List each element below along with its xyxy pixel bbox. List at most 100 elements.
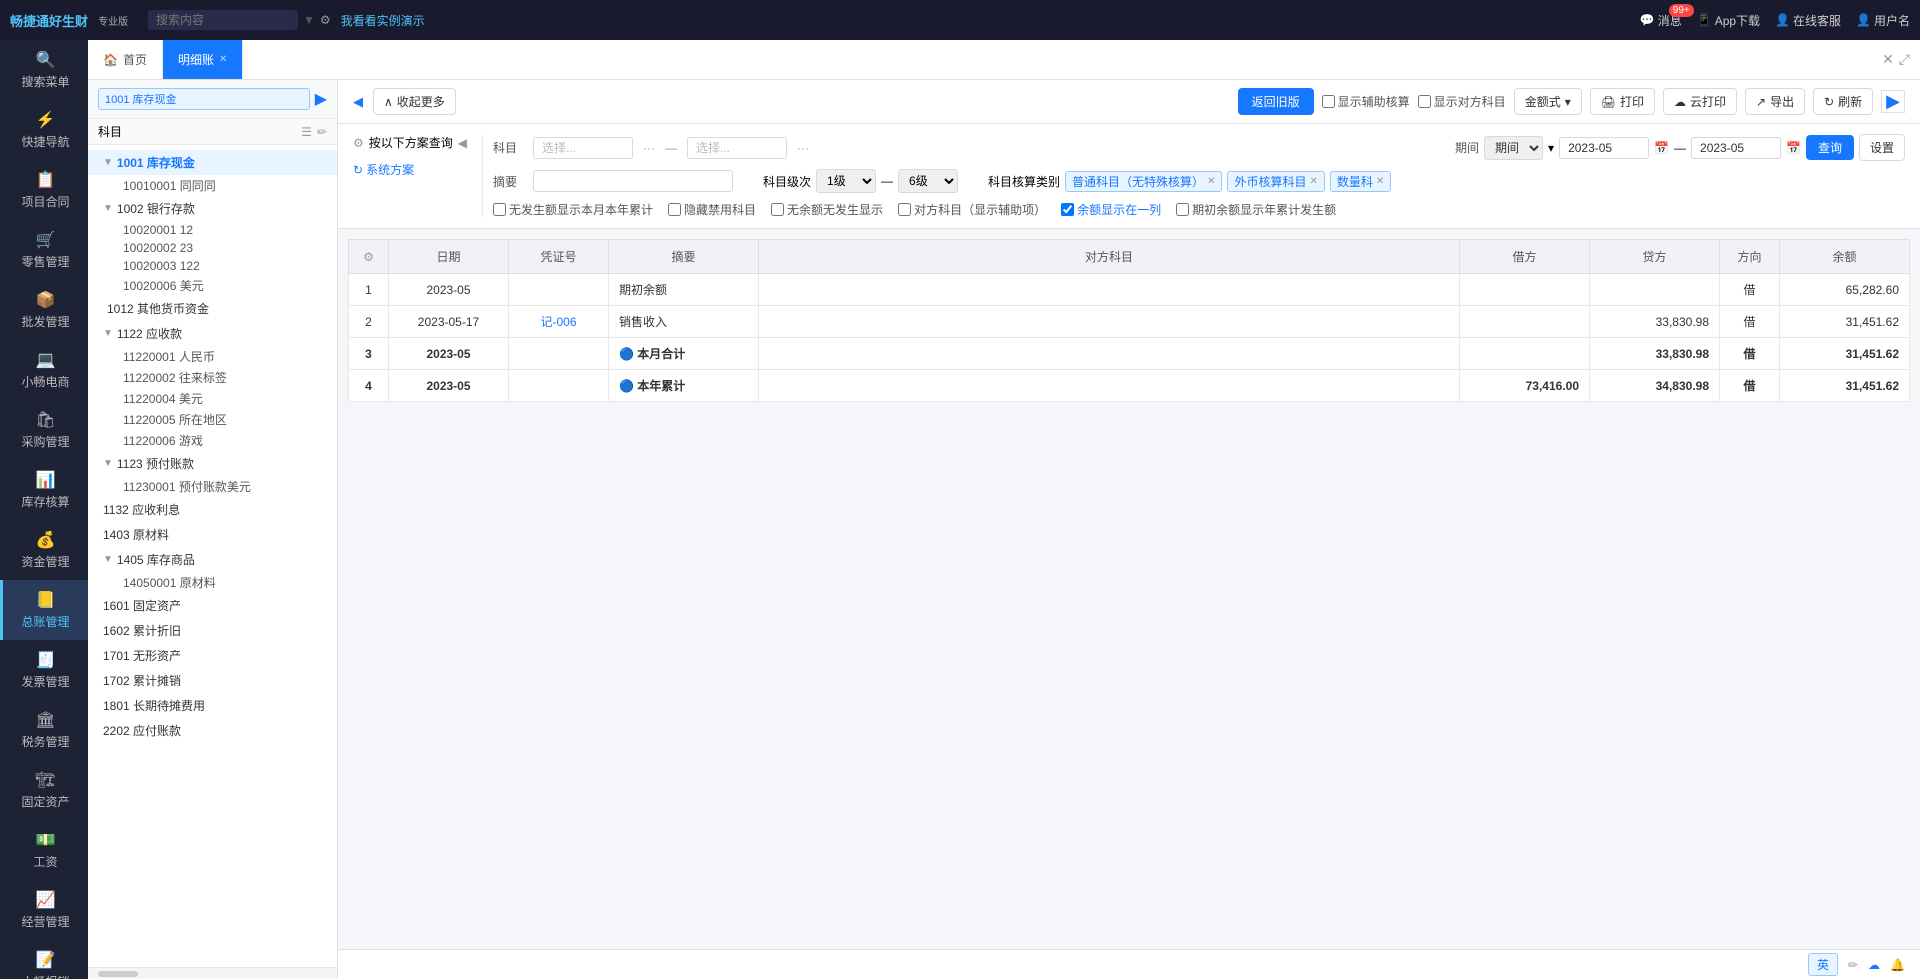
sidebar-item-quicknav[interactable]: ⚡ 快捷导航 [0, 100, 88, 160]
tab-expand-icon[interactable]: ⤢ [1899, 51, 1910, 68]
tree-node-1702[interactable]: 1702 累计摊销 [88, 668, 337, 693]
user-avatar[interactable]: 👤 用户名 [1856, 12, 1910, 29]
expand-more-btn[interactable]: ∧ 收起更多 [373, 88, 456, 115]
bell-icon[interactable]: 🔔 [1890, 958, 1905, 972]
tab-detail[interactable]: 明细账 ✕ [163, 40, 243, 79]
app-download-btn[interactable]: 📱 App下载 [1697, 12, 1760, 29]
period-type-select[interactable]: 期间 [1484, 136, 1543, 160]
subject-end-input[interactable] [687, 137, 787, 159]
sidebar-item-purchase[interactable]: 🛍 采购管理 [0, 400, 88, 460]
edit-icon[interactable]: ✏ [1848, 958, 1858, 972]
system-plan-btn[interactable]: ↻ 系统方案 [353, 161, 467, 178]
tree-child-11230001[interactable]: 11230001 预付账款美元 [88, 476, 337, 497]
period-start-input[interactable] [1559, 137, 1649, 159]
tree-node-1701[interactable]: 1701 无形资产 [88, 643, 337, 668]
sidebar-item-retail[interactable]: 🛒 零售管理 [0, 220, 88, 280]
filter-tag-remove-icon[interactable]: ✕ [1376, 176, 1384, 187]
cb-hide-disabled[interactable]: 隐藏禁用科目 [668, 201, 756, 218]
cloud-print-btn[interactable]: ☁ 云打印 [1663, 88, 1737, 115]
tree-child-11220005[interactable]: 11220005 所在地区 [88, 409, 337, 430]
print-btn[interactable]: 🖨 打印 [1590, 88, 1655, 115]
filter-tag-remove-icon[interactable]: ✕ [1309, 176, 1317, 187]
filter-tag-remove-icon[interactable]: ✕ [1207, 176, 1215, 187]
message-btn[interactable]: 💬 消息 99+ [1640, 12, 1682, 29]
sidebar-item-search[interactable]: 🔍 搜索菜单 [0, 40, 88, 100]
tree-child-11220002[interactable]: 11220002 往来标签 [88, 367, 337, 388]
collapse-filter-icon[interactable]: ◀ [458, 136, 467, 150]
sidebar-item-assets[interactable]: 🏗 固定资产 [0, 760, 88, 820]
right-panel-expand-icon[interactable]: ▶ [1881, 90, 1905, 113]
calendar-start-icon[interactable]: 📅 [1654, 141, 1669, 155]
tab-collapse-icon[interactable]: ✕ [1882, 51, 1894, 68]
tab-close-btn[interactable]: ✕ [219, 54, 227, 65]
sidebar-item-inventory[interactable]: 📊 库存核算 [0, 460, 88, 520]
navigate-right-icon[interactable]: ▶ [315, 89, 327, 109]
tree-node-2202[interactable]: 2202 应付账款 [88, 718, 337, 743]
tree-child-14050001[interactable]: 14050001 原材料 [88, 572, 337, 593]
cb-period-init[interactable]: 期初余额显示年累计发生额 [1176, 201, 1336, 218]
filter-settings-icon[interactable]: ⚙ [353, 136, 364, 150]
top-search-input[interactable] [148, 10, 298, 30]
cb-opposite-subject[interactable]: 对方科目（显示辅助项） [898, 201, 1046, 218]
tree-node-1403[interactable]: 1403 原材料 [88, 522, 337, 547]
tree-node-1602[interactable]: 1602 累计折旧 [88, 618, 337, 643]
tree-node-1405[interactable]: ▼ 1405 库存商品 [88, 547, 337, 572]
voucher-link[interactable]: 记-006 [540, 315, 576, 329]
sidebar-item-project[interactable]: 📋 项目合同 [0, 160, 88, 220]
horizontal-scrollbar[interactable] [88, 967, 337, 979]
tab-home[interactable]: 🏠 首页 [88, 40, 163, 79]
calendar-end-icon[interactable]: 📅 [1786, 141, 1801, 155]
tree-node-1801[interactable]: 1801 长期待摊费用 [88, 693, 337, 718]
back-history-btn[interactable]: 返回旧版 [1238, 88, 1314, 115]
tree-node-1122[interactable]: ▼ 1122 应收款 [88, 321, 337, 346]
period-end-input[interactable] [1691, 137, 1781, 159]
sidebar-item-expense[interactable]: 📝 小畅报销 [0, 940, 88, 979]
gear-icon[interactable]: ⚙ [363, 250, 374, 264]
sidebar-item-invoice[interactable]: 🧾 发票管理 [0, 640, 88, 700]
sidebar-item-salary[interactable]: 💵 工资 [0, 820, 88, 880]
sidebar-item-wholesale[interactable]: 📦 批发管理 [0, 280, 88, 340]
sidebar-item-ecommerce[interactable]: 💻 小畅电商 [0, 340, 88, 400]
tree-node-1123[interactable]: ▼ 1123 预付账款 [88, 451, 337, 476]
tree-node-1002[interactable]: ▼ 1002 银行存款 [88, 196, 337, 221]
cb-no-balance-no-show[interactable]: 无余额无发生显示 [771, 201, 883, 218]
tree-child-10020001[interactable]: 10020001 12 [88, 221, 337, 239]
sidebar-item-tax[interactable]: 🏛 税务管理 [0, 700, 88, 760]
demo-link[interactable]: 我看看实例演示 [341, 12, 425, 29]
tree-node-1012[interactable]: 1012 其他货币资金 [88, 296, 337, 321]
subject-input[interactable] [533, 137, 633, 159]
level-to-select[interactable]: 6级 [898, 169, 958, 193]
cloud-icon[interactable]: ☁ [1868, 958, 1880, 972]
tree-edit-icon[interactable]: ✏ [317, 125, 327, 139]
summary-input[interactable] [533, 170, 733, 192]
sidebar-item-ledger[interactable]: 📒 总账管理 [0, 580, 88, 640]
tree-child-10020002[interactable]: 10020002 23 [88, 239, 337, 257]
show-opposite-checkbox[interactable]: 显示对方科目 [1418, 93, 1506, 110]
tree-child-11220001[interactable]: 11220001 人民币 [88, 346, 337, 367]
settings-gear-icon[interactable]: ⚙ [320, 13, 331, 27]
cb-balance-one-col[interactable]: 余额显示在一列 [1061, 201, 1161, 218]
sidebar-item-operations[interactable]: 📈 经营管理 [0, 880, 88, 940]
amount-style-btn[interactable]: 金额式 ▾ [1514, 88, 1582, 115]
level-from-select[interactable]: 1级 [816, 169, 876, 193]
query-btn[interactable]: 查询 [1806, 135, 1854, 160]
tree-node-1001[interactable]: ▼ 1001 库存现金 [88, 150, 337, 175]
tree-child-11220006[interactable]: 11220006 游戏 [88, 430, 337, 451]
cb-no-balance[interactable]: 无发生额显示本月本年累计 [493, 201, 653, 218]
show-auxiliary-checkbox[interactable]: 显示辅助核算 [1322, 93, 1410, 110]
tree-child-11220004[interactable]: 11220004 美元 [88, 388, 337, 409]
tree-child-10010001[interactable]: 10010001 同同同 [88, 175, 337, 196]
sidebar-item-funds[interactable]: 💰 资金管理 [0, 520, 88, 580]
settings-btn[interactable]: 设置 [1859, 134, 1905, 161]
tree-child-10020003[interactable]: 10020003 122 [88, 257, 337, 275]
refresh-btn[interactable]: ↻ 刷新 [1813, 88, 1873, 115]
tree-node-1132[interactable]: 1132 应收利息 [88, 497, 337, 522]
tree-node-1601[interactable]: 1601 固定资产 [88, 593, 337, 618]
row-voucher[interactable]: 记-006 [509, 306, 609, 338]
export-btn[interactable]: ↗ 导出 [1745, 88, 1805, 115]
tree-list-icon[interactable]: ☰ [301, 125, 312, 139]
tree-child-10020006[interactable]: 10020006 美元 [88, 275, 337, 296]
collapse-left-icon[interactable]: ◀ [353, 94, 363, 110]
online-service-btn[interactable]: 👤 在线客服 [1775, 12, 1841, 29]
lang-btn[interactable]: 英 [1808, 953, 1838, 976]
